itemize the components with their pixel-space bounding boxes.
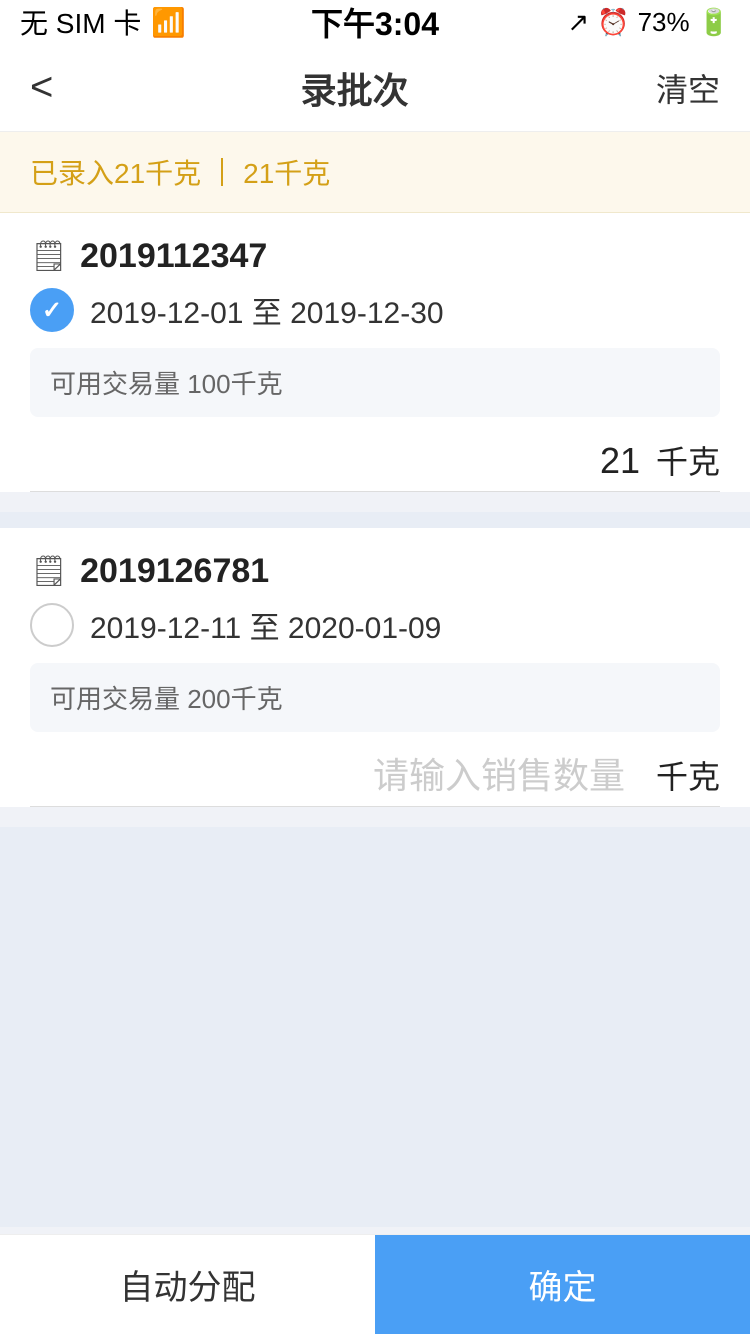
batch-doc-icon-2: 🗒	[30, 554, 68, 589]
batch-item-1: 🗒 2019112347 2019-12-01 至 2019-12-30 可用交…	[0, 213, 750, 492]
batch-item-2: 🗒 2019126781 2019-12-11 至 2020-01-09 可用交…	[0, 528, 750, 807]
summary-bar: 已录入21千克 21千克	[0, 132, 750, 213]
batch-number-1: 2019112347	[80, 237, 267, 276]
auto-distribute-button[interactable]: 自动分配	[0, 1235, 375, 1334]
batch-header-area-1: 🗒 2019112347 2019-12-01 至 2019-12-30 可用交…	[0, 213, 750, 417]
amount-underline-2	[30, 806, 720, 807]
battery-icon: 🔋	[698, 7, 730, 38]
batch-date-row-1: 2019-12-01 至 2019-12-30	[30, 288, 720, 332]
confirm-button[interactable]: 确定	[375, 1235, 750, 1334]
batch-checkbox-1[interactable]	[30, 288, 74, 332]
page-title: 录批次	[301, 62, 409, 114]
location-icon: ↗	[567, 7, 589, 38]
amount-value-1: 21	[600, 440, 640, 482]
amount-row-2: 千克	[0, 732, 750, 798]
amount-unit-2: 千克	[656, 752, 720, 798]
status-time: 下午3:04	[311, 0, 439, 45]
batch-separator	[0, 512, 750, 528]
batch-checkbox-2[interactable]	[30, 603, 74, 647]
batch-date-2: 2019-12-11 至 2020-01-09	[90, 603, 441, 647]
batch-doc-icon-1: 🗒	[30, 239, 68, 274]
batch-header-area-2: 🗒 2019126781 2019-12-11 至 2020-01-09 可用交…	[0, 528, 750, 732]
summary-divider	[221, 158, 223, 186]
back-button[interactable]: <	[30, 65, 53, 110]
batch-date-row-2: 2019-12-11 至 2020-01-09	[30, 603, 720, 647]
amount-unit-1: 千克	[656, 437, 720, 483]
batch-number-2: 2019126781	[80, 552, 269, 591]
status-left: 无 SIM 卡 📶	[20, 2, 186, 42]
battery-text: 73%	[638, 7, 690, 38]
available-qty-1: 可用交易量 100千克	[30, 348, 720, 417]
wifi-icon: 📶	[151, 6, 186, 39]
alarm-icon: ⏰	[597, 7, 629, 38]
content-area: 🗒 2019112347 2019-12-01 至 2019-12-30 可用交…	[0, 213, 750, 1327]
amount-underline-1	[30, 491, 720, 492]
status-bar: 无 SIM 卡 📶 下午3:04 ↗ ⏰ 73% 🔋	[0, 0, 750, 44]
total-label: 21千克	[243, 152, 330, 192]
recorded-label: 已录入21千克	[30, 152, 201, 192]
carrier-text: 无 SIM 卡	[20, 2, 141, 42]
clear-button[interactable]: 清空	[656, 65, 720, 111]
available-qty-2: 可用交易量 200千克	[30, 663, 720, 732]
amount-row-1: 21 千克	[0, 417, 750, 483]
nav-bar: < 录批次 清空	[0, 44, 750, 132]
batch-date-1: 2019-12-01 至 2019-12-30	[90, 288, 444, 332]
status-right: ↗ ⏰ 73% 🔋	[567, 7, 730, 38]
batch-header-1: 🗒 2019112347	[30, 237, 720, 276]
empty-area	[0, 827, 750, 1227]
batch-header-2: 🗒 2019126781	[30, 552, 720, 591]
batch-inner-1: 🗒 2019112347 2019-12-01 至 2019-12-30 可用交…	[0, 213, 750, 492]
bottom-bar: 自动分配 确定	[0, 1234, 750, 1334]
sales-qty-input-2[interactable]	[30, 755, 640, 797]
